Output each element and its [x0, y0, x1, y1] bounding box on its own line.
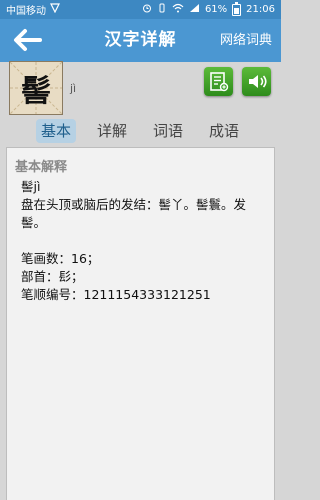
app-header: 汉字详解 网络词典 [0, 19, 281, 62]
radical: 部首：髟； [21, 269, 84, 284]
notes-button[interactable] [204, 67, 233, 96]
battery-percent: 61% [204, 4, 228, 15]
definition-panel: 基本解释 髻jì 盘在头顶或脑后的发结：髻丫。髻鬟。发髻。 笔画数：16； 部首… [6, 147, 275, 500]
tab-idioms[interactable]: 成语 [204, 119, 244, 143]
notes-icon [210, 72, 229, 92]
status-bar: 中国移动 61% 21:06 [0, 0, 281, 19]
tab-bar: 基本 详解 词语 成语 [36, 119, 260, 145]
battery-icon [232, 1, 242, 16]
definition-head: 髻jì [21, 179, 41, 194]
wifi-icon [172, 3, 184, 16]
shield-icon [50, 3, 60, 16]
online-dictionary-link[interactable]: 网络词典 [220, 19, 272, 62]
signal-icon [189, 3, 200, 16]
tab-words[interactable]: 词语 [148, 119, 188, 143]
main-character: 髻 [21, 74, 51, 109]
definition-text: 盘在头顶或脑后的发结：髻丫。髻鬟。发髻。 [21, 197, 247, 230]
alarm-icon [142, 3, 152, 16]
back-arrow-icon [14, 29, 42, 51]
speaker-icon [249, 75, 267, 88]
tab-basic[interactable]: 基本 [36, 119, 77, 143]
stroke-order: 笔顺编号：1211154333121251 [21, 287, 211, 302]
panel-body: 髻jì 盘在头顶或脑后的发结：髻丫。髻鬟。发髻。 笔画数：16； 部首：髟； 笔… [21, 178, 261, 304]
back-button[interactable] [10, 27, 44, 53]
status-time: 21:06 [246, 4, 275, 15]
stroke-count: 笔画数：16； [21, 251, 100, 266]
panel-title: 基本解释 [15, 160, 68, 175]
carrier-label: 中国移动 [6, 6, 46, 17]
tab-detail[interactable]: 详解 [92, 119, 132, 143]
character-box: 髻 [9, 61, 63, 115]
vibrate-icon [157, 3, 167, 16]
pinyin-label: jì [70, 82, 77, 95]
speaker-button[interactable] [242, 67, 271, 96]
